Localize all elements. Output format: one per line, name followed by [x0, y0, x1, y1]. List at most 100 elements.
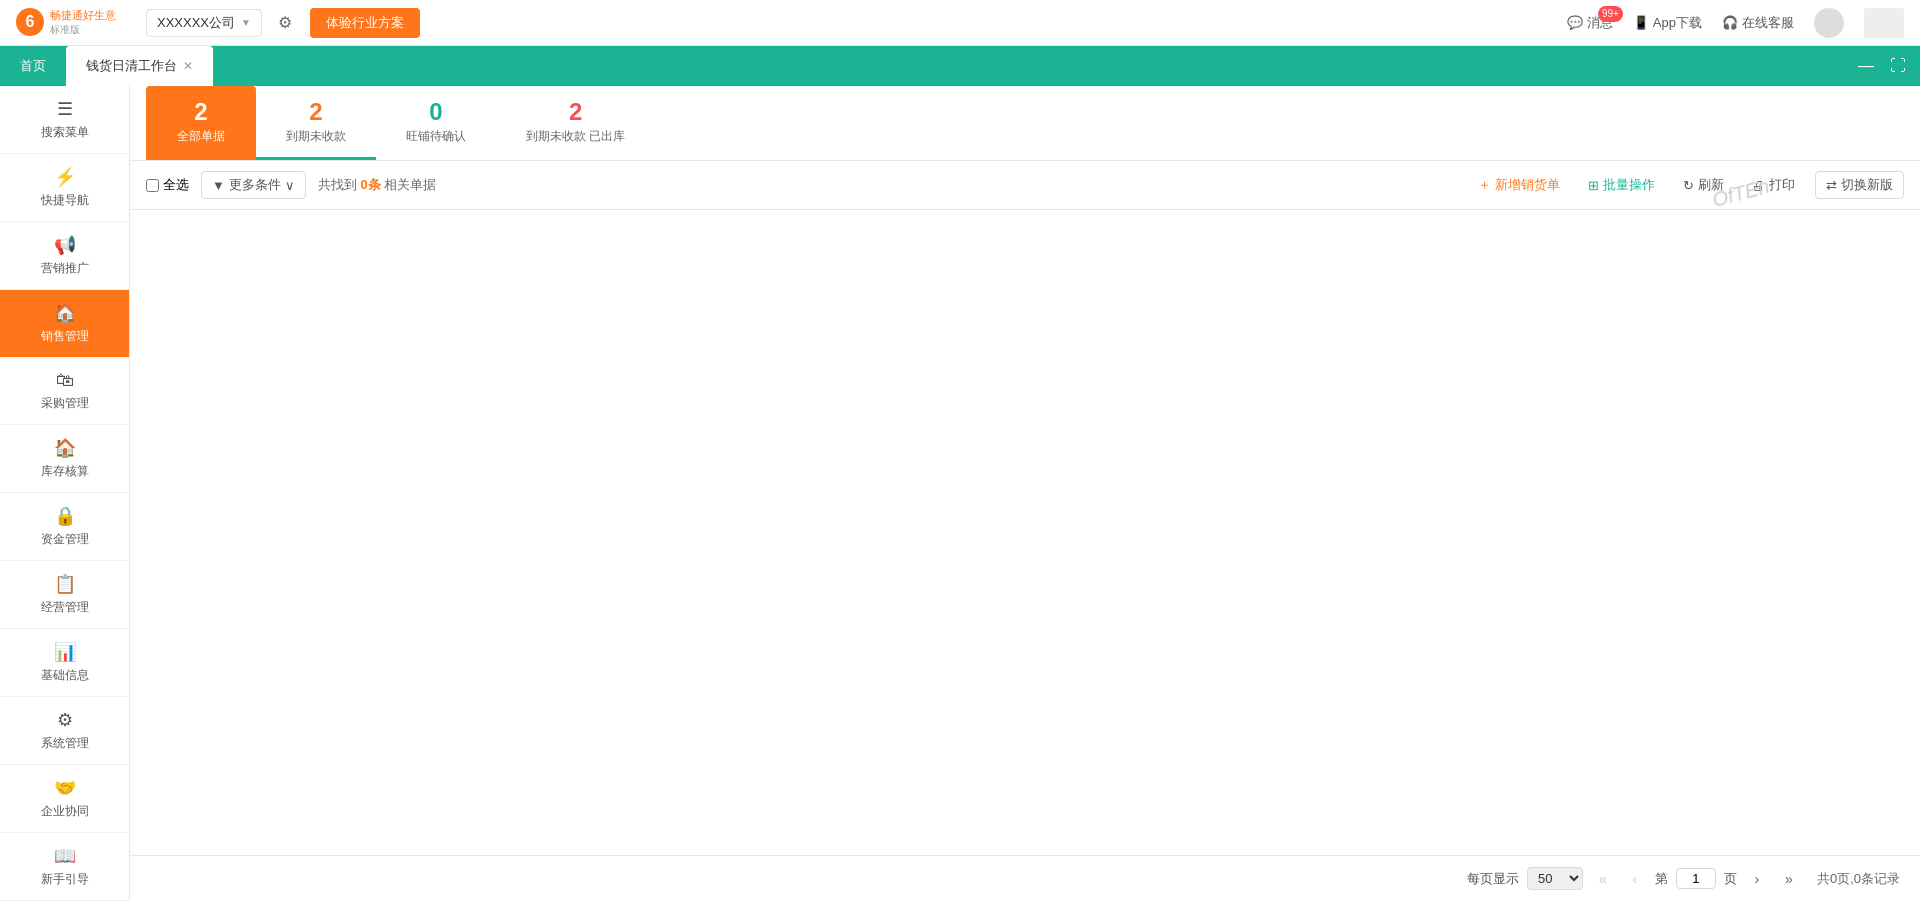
select-all-label: 全选 [163, 176, 189, 194]
app-download-label: App下载 [1653, 14, 1702, 32]
tab-minimize-button[interactable]: — [1852, 52, 1880, 80]
system-icon: ⚙ [57, 709, 73, 731]
user-avatar[interactable] [1814, 8, 1844, 38]
sidebar-item-operations[interactable]: 📋 经营管理 [0, 561, 129, 629]
first-page-button[interactable]: « [1591, 867, 1615, 891]
print-icon: 🖨 [1752, 178, 1765, 193]
sidebar-label-inventory: 库存核算 [41, 463, 89, 480]
found-count: 0条 [361, 177, 381, 192]
experience-button[interactable]: 体验行业方案 [310, 8, 420, 38]
basic-info-icon: 📊 [54, 641, 76, 663]
main-layout: ☰ 搜索菜单 ⚡ 快捷导航 📢 营销推广 🏠 销售管理 🛍 采购管理 🏠 库存核… [0, 86, 1920, 901]
stat-num-all: 2 [194, 98, 207, 126]
refresh-label: 刷新 [1698, 176, 1724, 194]
headset-icon: 🎧 [1722, 15, 1738, 30]
sidebar-label-marketing: 营销推广 [41, 260, 89, 277]
stat-num-overdue-out: 2 [569, 98, 582, 126]
filter-button[interactable]: ▼ 更多条件 ∨ [201, 171, 306, 199]
found-prefix: 共找到 [318, 177, 357, 192]
sidebar-item-marketing[interactable]: 📢 营销推广 [0, 222, 129, 290]
operations-icon: 📋 [54, 573, 76, 595]
tab-home-label: 首页 [20, 57, 46, 75]
switch-version-button[interactable]: ⇄ 切换新版 [1815, 171, 1904, 199]
total-text: 共0页,0条记录 [1817, 870, 1900, 888]
per-page-select[interactable]: 50 100 200 [1527, 867, 1583, 890]
filter-label: 更多条件 [229, 176, 281, 194]
sidebar-label-basic-info: 基础信息 [41, 667, 89, 684]
app-download-button[interactable]: 📱 App下载 [1633, 14, 1702, 32]
stat-label-overdue-out: 到期未收款 已出库 [526, 128, 625, 145]
stats-tabs: 2 全部单据 2 到期未收款 0 旺铺待确认 2 到期未收款 已出库 [130, 86, 1920, 161]
tab-maximize-button[interactable]: ⛶ [1884, 52, 1912, 80]
sidebar-item-inventory[interactable]: 🏠 库存核算 [0, 425, 129, 493]
user-name-area[interactable] [1864, 8, 1904, 38]
sidebar-label-operations: 经营管理 [41, 599, 89, 616]
settings-button[interactable]: ⚙ [270, 8, 300, 38]
sidebar-item-finance[interactable]: 🔒 资金管理 [0, 493, 129, 561]
switch-icon: ⇄ [1826, 178, 1837, 193]
sidebar-label-sales: 销售管理 [41, 328, 89, 345]
sidebar-label-finance: 资金管理 [41, 531, 89, 548]
tab-close-icon[interactable]: ✕ [183, 59, 193, 73]
sidebar-label-system: 系统管理 [41, 735, 89, 752]
stat-num-pending: 0 [429, 98, 442, 126]
batch-icon: ⊞ [1588, 178, 1599, 193]
add-icon: ＋ [1478, 176, 1491, 194]
add-order-button[interactable]: ＋ 新增销货单 [1470, 172, 1568, 198]
last-page-button[interactable]: » [1777, 867, 1801, 891]
sidebar-item-purchase[interactable]: 🛍 采购管理 [0, 358, 129, 425]
stat-tab-pending[interactable]: 0 旺铺待确认 [376, 86, 496, 160]
header-right: 💬 消息 99+ 📱 App下载 🎧 在线客服 [1567, 8, 1904, 38]
top-header: 6 畅捷通好生意 标准版 XXXXXX公司 ▼ ⚙ 体验行业方案 💬 消息 99… [0, 0, 1920, 46]
search-menu-icon: ☰ [57, 98, 73, 120]
prev-page-button[interactable]: ‹ [1623, 867, 1647, 891]
sidebar-item-sales[interactable]: 🏠 销售管理 [0, 290, 129, 358]
tab-work-bench[interactable]: 钱货日清工作台 ✕ [66, 46, 213, 86]
list-area [130, 210, 1920, 855]
print-button[interactable]: 🖨 打印 [1744, 172, 1803, 198]
select-all-checkbox[interactable]: 全选 [146, 176, 189, 194]
inventory-icon: 🏠 [54, 437, 76, 459]
pagination-bar: 每页显示 50 100 200 « ‹ 第 页 › » 共0页,0条记录 [130, 855, 1920, 901]
online-service-label: 在线客服 [1742, 14, 1794, 32]
next-page-button[interactable]: › [1745, 867, 1769, 891]
company-name: XXXXXX公司 [157, 14, 235, 32]
page-input[interactable] [1676, 868, 1716, 889]
stat-label-all: 全部单据 [177, 128, 225, 145]
sidebar-label-quick-nav: 快捷导航 [41, 192, 89, 209]
sidebar-item-basic-info[interactable]: 📊 基础信息 [0, 629, 129, 697]
page-label: 第 [1655, 870, 1668, 888]
stat-tab-overdue[interactable]: 2 到期未收款 [256, 86, 376, 160]
message-badge: 99+ [1598, 6, 1623, 22]
sidebar-item-system[interactable]: ⚙ 系统管理 [0, 697, 129, 765]
sidebar-label-cooperation: 企业协同 [41, 803, 89, 820]
batch-operation-button[interactable]: ⊞ 批量操作 [1580, 172, 1663, 198]
filter-icon: ▼ [212, 178, 225, 193]
purchase-icon: 🛍 [56, 370, 74, 391]
cooperation-icon: 🤝 [54, 777, 76, 799]
sidebar-item-cooperation[interactable]: 🤝 企业协同 [0, 765, 129, 833]
online-service-button[interactable]: 🎧 在线客服 [1722, 14, 1794, 32]
finance-icon: 🔒 [54, 505, 76, 527]
refresh-button[interactable]: ↻ 刷新 [1675, 172, 1732, 198]
per-page-label: 每页显示 [1467, 870, 1519, 888]
sidebar-item-quick-nav[interactable]: ⚡ 快捷导航 [0, 154, 129, 222]
message-icon: 💬 [1567, 15, 1583, 30]
sidebar-item-guide[interactable]: 📖 新手引导 [0, 833, 129, 901]
tab-home[interactable]: 首页 [0, 46, 66, 86]
stat-tab-all[interactable]: 2 全部单据 [146, 86, 256, 160]
print-label: 打印 [1769, 176, 1795, 194]
found-suffix: 相关单据 [384, 177, 436, 192]
tab-work-bench-label: 钱货日清工作台 [86, 57, 177, 75]
marketing-icon: 📢 [54, 234, 76, 256]
sidebar-item-search-menu[interactable]: ☰ 搜索菜单 [0, 86, 129, 154]
switch-label: 切换新版 [1841, 176, 1893, 194]
select-all-input[interactable] [146, 179, 159, 192]
company-selector[interactable]: XXXXXX公司 ▼ [146, 9, 262, 37]
sidebar-label-guide: 新手引导 [41, 871, 89, 888]
refresh-icon: ↻ [1683, 178, 1694, 193]
tab-bar: 首页 钱货日清工作台 ✕ — ⛶ [0, 46, 1920, 86]
stat-tab-overdue-out[interactable]: 2 到期未收款 已出库 [496, 86, 655, 160]
content-area: 2 全部单据 2 到期未收款 0 旺铺待确认 2 到期未收款 已出库 全选 [130, 86, 1920, 901]
message-button[interactable]: 💬 消息 99+ [1567, 14, 1613, 32]
